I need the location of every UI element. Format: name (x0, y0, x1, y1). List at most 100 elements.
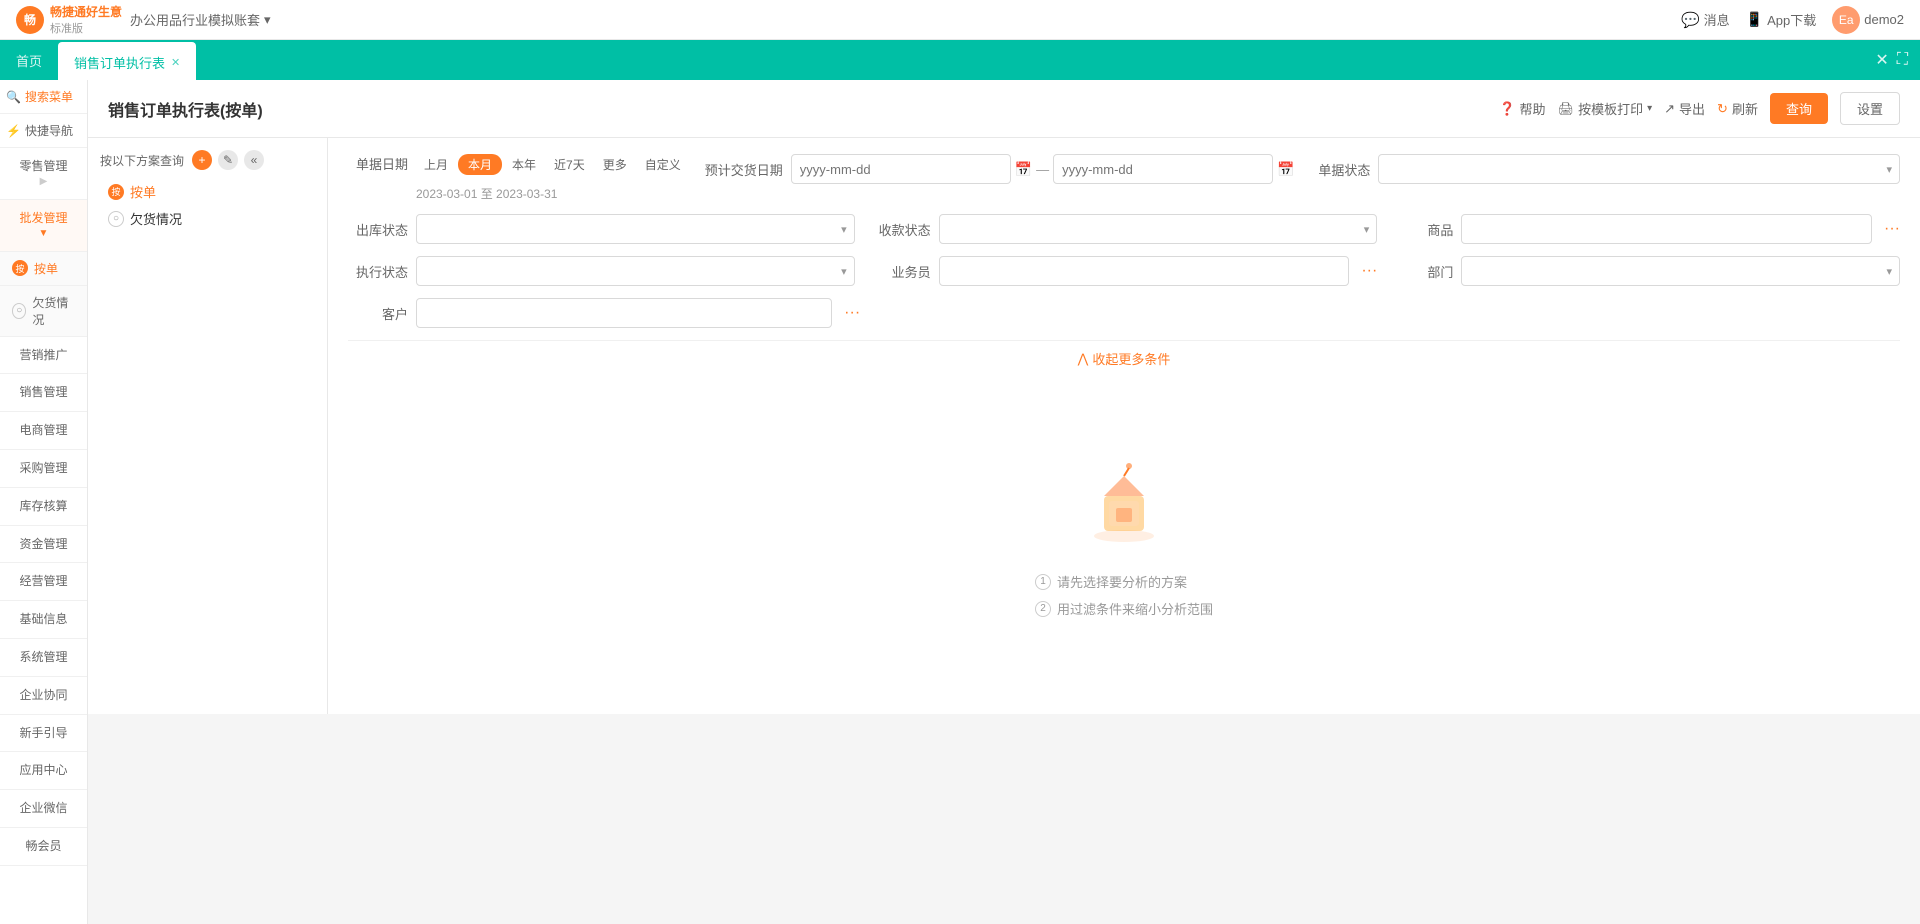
refresh-btn[interactable]: ↻ 刷新 (1717, 99, 1758, 118)
message-icon: 💬 (1681, 11, 1700, 29)
date-start-input[interactable] (791, 154, 1011, 184)
refresh-label: 刷新 (1732, 99, 1758, 118)
app-download-label: App下载 (1767, 10, 1816, 29)
goods-input[interactable] (1461, 214, 1872, 244)
payment-select-wrapper (939, 214, 1378, 244)
sub-item-order[interactable]: 按 按单 (0, 252, 87, 286)
user-name: demo2 (1864, 12, 1904, 27)
status-select[interactable] (1378, 154, 1900, 184)
sub-item-debt[interactable]: ○ 欠货情况 (0, 286, 87, 337)
logo-icon: 畅 (16, 6, 44, 34)
sidebar-item-basic-label: 基础信息 (19, 611, 67, 628)
top-bar: 畅 畅捷通好生意 标准版 办公用品行业模拟账套 ▾ 💬 消息 📱 App下载 E… (0, 0, 1920, 40)
date-quick-tabs: 上月 本月 本年 近7天 更多 自定义 (416, 154, 689, 175)
query-button[interactable]: 查询 (1770, 93, 1828, 124)
print-label: 按模板打印 (1578, 99, 1643, 118)
tab-home[interactable]: 首页 (0, 40, 58, 80)
sidebar-item-sales-label: 销售管理 (19, 384, 67, 401)
tab-close-icon[interactable]: ✕ (171, 56, 180, 69)
empty-tip-2-text: 用过滤条件来缩小分析范围 (1057, 599, 1213, 618)
app-download-icon: 📱 (1746, 11, 1763, 28)
salesman-label: 业务员 (871, 262, 931, 281)
sidebar-item-ecommerce[interactable]: 电商管理 (0, 412, 87, 450)
plan-edit-btn[interactable]: ✎ (218, 150, 238, 170)
sidebar-item-inventory[interactable]: 库存核算 (0, 488, 87, 526)
plan-add-btn[interactable]: + (192, 150, 212, 170)
sidebar-item-sales[interactable]: 销售管理 (0, 374, 87, 412)
print-btn[interactable]: 🖨 按模板打印 ▾ (1558, 99, 1653, 118)
sidebar-item-finance[interactable]: 资金管理 (0, 526, 87, 564)
sidebar-item-operations[interactable]: 经营管理 (0, 563, 87, 601)
plan-collapse-btn[interactable]: « (244, 150, 264, 170)
exec-select-wrapper (416, 256, 855, 286)
sidebar-item-marketing[interactable]: 营销推广 (0, 337, 87, 375)
delivery-select-wrapper (416, 214, 855, 244)
dept-select[interactable] (1461, 256, 1900, 286)
help-btn[interactable]: ❓ 帮助 (1499, 99, 1545, 118)
collapse-btn[interactable]: ⋀ 收起更多条件 (348, 340, 1900, 376)
delivery-status-label: 出库状态 (348, 220, 408, 239)
sidebar-item-purchase[interactable]: 采购管理 (0, 450, 87, 488)
settings-button[interactable]: 设置 (1840, 92, 1900, 125)
plan-item-debt[interactable]: ○ 欠货情况 (100, 205, 315, 232)
goods-more-icon[interactable]: ··· (1884, 220, 1900, 238)
sidebar-item-wechat[interactable]: 企业微信 (0, 790, 87, 828)
sidebar-item-retail[interactable]: 零售管理 ▶ (0, 148, 87, 200)
plan-item-order[interactable]: 按 按单 (100, 178, 315, 205)
filter-expected-date: 预计交货日期 📅 — 📅 (705, 154, 1295, 184)
empty-tip-1: 1 请先选择要分析的方案 (1035, 572, 1213, 591)
exec-status-select[interactable] (416, 256, 855, 286)
salesman-input[interactable] (939, 256, 1350, 286)
user-area[interactable]: Ea demo2 (1832, 6, 1904, 34)
date-tab-this-year[interactable]: 本年 (504, 154, 544, 175)
sidebar-item-finance-label: 资金管理 (19, 536, 67, 553)
sidebar-item-newbie[interactable]: 新手引导 (0, 715, 87, 753)
date-tab-custom[interactable]: 自定义 (637, 154, 689, 175)
date-tab-7days[interactable]: 近7天 (546, 154, 593, 175)
sidebar-item-vip[interactable]: 畅会员 (0, 828, 87, 866)
app-download-btn[interactable]: 📱 App下载 (1746, 10, 1817, 29)
calendar-start-icon[interactable]: 📅 (1015, 161, 1032, 178)
filter-row-4: 客户 ··· (348, 298, 860, 328)
quick-nav-label: 快捷导航 (25, 122, 73, 139)
export-label: 导出 (1679, 99, 1705, 118)
tab-sales-exec[interactable]: 销售订单执行表 ✕ (58, 42, 196, 82)
window-maximize-icon[interactable]: ⛶ (1897, 51, 1908, 69)
sidebar-item-basic[interactable]: 基础信息 (0, 601, 87, 639)
search-menu-btn[interactable]: 🔍 搜索菜单 (6, 88, 81, 105)
status-label: 单据状态 (1310, 160, 1370, 179)
salesman-more-icon[interactable]: ··· (1361, 262, 1377, 280)
sidebar-item-corp-label: 企业协同 (19, 687, 67, 704)
sidebar-item-apps[interactable]: 应用中心 (0, 752, 87, 790)
quick-nav-btn[interactable]: ⚡ 快捷导航 (6, 122, 81, 139)
date-tab-last-month[interactable]: 上月 (416, 154, 456, 175)
logo-area: 畅 畅捷通好生意 标准版 (16, 3, 122, 36)
plan-query-header: 按以下方案查询 + ✎ « (100, 150, 315, 170)
date-tab-this-month[interactable]: 本月 (458, 154, 502, 175)
customer-more-icon[interactable]: ··· (844, 304, 860, 322)
sidebar-item-inventory-label: 库存核算 (19, 498, 67, 515)
sidebar-search[interactable]: 🔍 搜索菜单 (0, 80, 87, 114)
sidebar-item-operations-label: 经营管理 (19, 573, 67, 590)
calendar-end-icon[interactable]: 📅 (1277, 161, 1294, 178)
delivery-status-select[interactable] (416, 214, 855, 244)
date-end-input[interactable] (1053, 154, 1273, 184)
sidebar-quick-nav[interactable]: ⚡ 快捷导航 (0, 114, 87, 148)
window-close-icon[interactable]: ✕ (1875, 50, 1888, 70)
date-tab-more[interactable]: 更多 (595, 154, 635, 175)
customer-input[interactable] (416, 298, 832, 328)
sub-item-order-label: 按单 (34, 260, 58, 277)
filter-date-group: 单据日期 上月 本月 本年 近7天 更多 自定义 2023-03-01 至 20… (348, 154, 689, 202)
filter-salesman: 业务员 ··· (871, 256, 1378, 286)
plan-item-debt-label: 欠货情况 (130, 209, 182, 228)
sidebar-item-wholesale[interactable]: 批发管理 ▼ (0, 200, 87, 252)
company-selector[interactable]: 办公用品行业模拟账套 ▾ (130, 10, 271, 29)
payment-status-select[interactable] (939, 214, 1378, 244)
top-bar-left: 畅 畅捷通好生意 标准版 办公用品行业模拟账套 ▾ (16, 3, 271, 36)
sidebar-item-system[interactable]: 系统管理 (0, 639, 87, 677)
message-btn[interactable]: 💬 消息 (1681, 10, 1730, 29)
sidebar: 🔍 搜索菜单 ⚡ 快捷导航 零售管理 ▶ 批发管理 ▼ 按 按单 ○ (0, 80, 88, 924)
export-btn[interactable]: ↗ 导出 (1664, 99, 1705, 118)
sub-item-debt-label: 欠货情况 (32, 294, 75, 328)
sidebar-item-corp[interactable]: 企业协同 (0, 677, 87, 715)
